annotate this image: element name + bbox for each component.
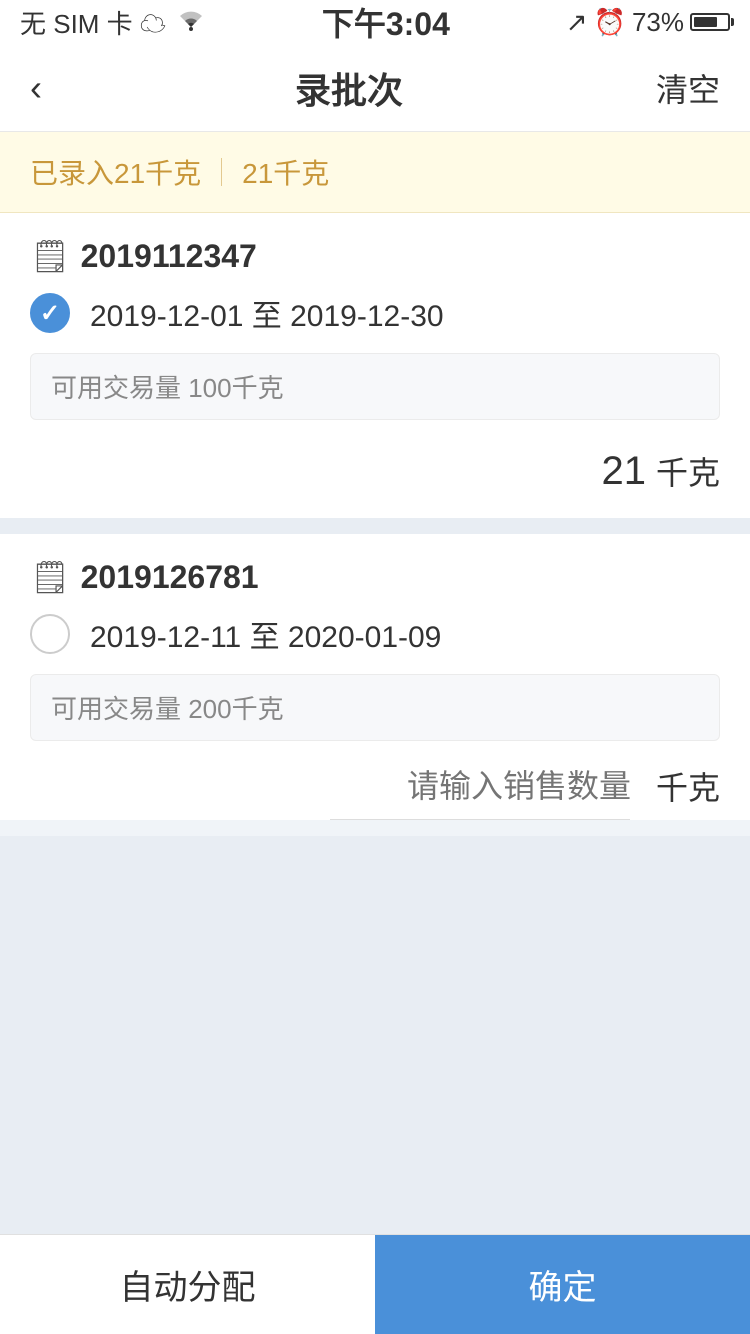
clear-button[interactable]: 清空 — [656, 65, 720, 111]
batch-card-2: 🗒 2019126781 2019-12-11 至 2020-01-09 可用交… — [0, 534, 750, 820]
batch-header-2: 🗒 2019126781 — [0, 534, 750, 606]
batch-row-2: 2019-12-11 至 2020-01-09 — [0, 606, 750, 666]
input-divider-2 — [330, 819, 630, 820]
wifi-icon — [176, 7, 206, 38]
batch-radio-2[interactable] — [30, 614, 70, 654]
batch-date-2: 2019-12-11 至 2020-01-09 — [90, 612, 441, 656]
available-label-1: 可用交易量 100千克 — [30, 353, 720, 420]
quantity-input-2[interactable] — [346, 768, 646, 805]
batch-doc-icon-1: 🗒 — [30, 237, 71, 275]
available-label-2: 可用交易量 200千克 — [30, 674, 720, 741]
quantity-input-row-2: 千克 — [0, 753, 750, 809]
empty-area — [0, 836, 750, 1286]
total-label: 21千克 — [242, 152, 329, 192]
status-right: ↗ ⏰ 73% — [566, 7, 730, 38]
back-button[interactable]: ‹ — [30, 67, 42, 109]
battery-label: 73% — [632, 7, 684, 38]
batch-id-1: 2019112347 — [81, 238, 257, 275]
bottom-buttons: 自动分配 确定 — [0, 1234, 750, 1334]
batch-date-1: 2019-12-01 至 2019-12-30 — [90, 291, 444, 335]
quantity-unit-1: 千克 — [656, 448, 720, 494]
recorded-label: 已录入21千克 — [30, 152, 201, 192]
summary-bar: 已录入21千克 21千克 — [0, 132, 750, 213]
status-bar: 无 SIM 卡 ☁ 下午3:04 ↗ ⏰ 73% — [0, 0, 750, 44]
alarm-icon: ⏰ — [594, 7, 626, 38]
location-icon: ↗ — [566, 7, 588, 38]
nav-bar: ‹ 录批次 清空 — [0, 44, 750, 132]
batch-card-1: 🗒 2019112347 2019-12-01 至 2019-12-30 可用交… — [0, 213, 750, 518]
status-left: 无 SIM 卡 ☁ — [20, 4, 206, 41]
batch-header-1: 🗒 2019112347 — [0, 213, 750, 285]
quantity-unit-2: 千克 — [656, 763, 720, 809]
batch-doc-icon-2: 🗒 — [30, 558, 71, 596]
section-divider — [0, 518, 750, 534]
batch-radio-1[interactable] — [30, 293, 70, 333]
page-title: 录批次 — [295, 62, 403, 114]
batch-row-1: 2019-12-01 至 2019-12-30 — [0, 285, 750, 345]
quantity-row-1: 21 千克 — [0, 432, 750, 494]
summary-divider — [221, 158, 222, 186]
quantity-value-1: 21 — [601, 449, 646, 494]
no-sim-label: 无 SIM 卡 ☁ — [20, 4, 166, 41]
auto-distribute-button[interactable]: 自动分配 — [0, 1235, 375, 1334]
status-time: 下午3:04 — [322, 0, 450, 45]
batch-id-2: 2019126781 — [81, 559, 259, 596]
battery-icon — [690, 13, 730, 31]
confirm-button[interactable]: 确定 — [375, 1235, 750, 1334]
